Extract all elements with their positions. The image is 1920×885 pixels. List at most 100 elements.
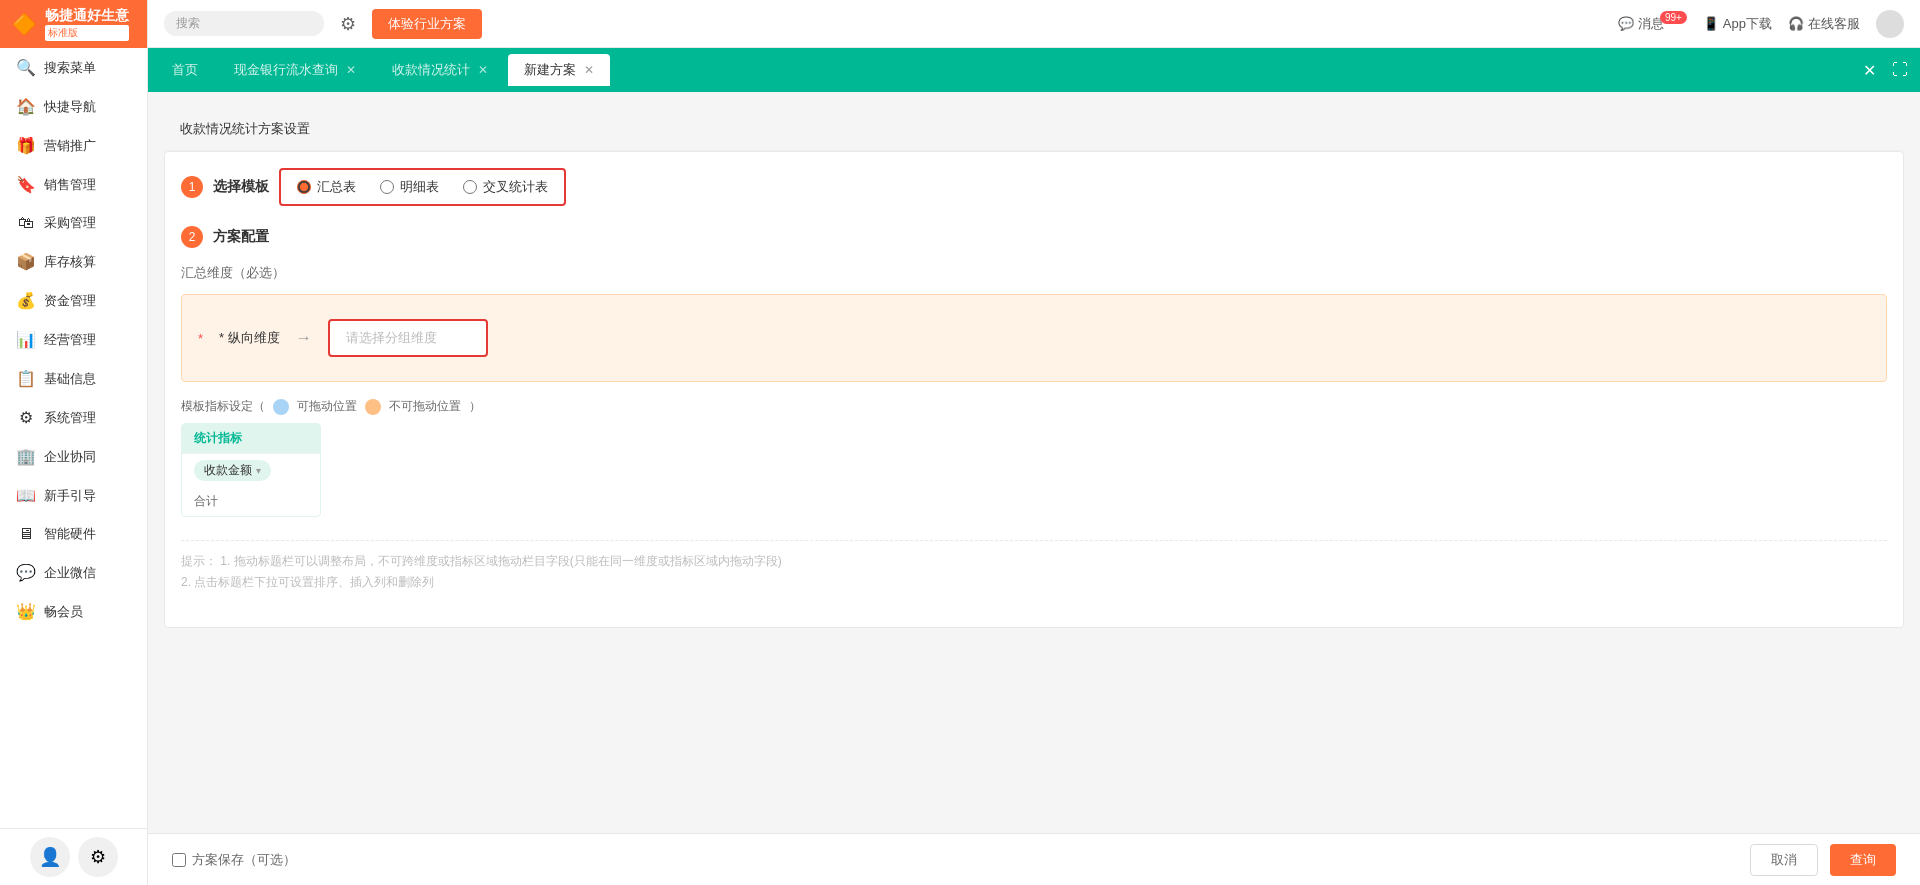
download-label: App下载 bbox=[1723, 15, 1772, 33]
clipboard-icon: 📋 bbox=[16, 369, 36, 388]
fixed-indicator bbox=[365, 399, 381, 415]
draggable-indicator bbox=[273, 399, 289, 415]
panel-body: 1 选择模板 汇总表 明细表 bbox=[165, 152, 1903, 627]
gift-icon: 🎁 bbox=[16, 136, 36, 155]
radio-detail[interactable]: 明细表 bbox=[380, 178, 439, 196]
sidebar-item-system[interactable]: ⚙ 系统管理 bbox=[0, 398, 147, 437]
metrics-tag-label: 收款金额 bbox=[204, 462, 252, 479]
sidebar-item-basic-info[interactable]: 📋 基础信息 bbox=[0, 359, 147, 398]
draggable-label: 可拖动位置 bbox=[297, 398, 357, 415]
sidebar-item-label: 搜索菜单 bbox=[44, 59, 96, 77]
tips-section: 提示： 1. 拖动标题栏可以调整布局，不可跨维度或指标区域拖动栏目字段(只能在同… bbox=[181, 540, 1887, 591]
book-icon: 📖 bbox=[16, 486, 36, 505]
sidebar: 🔶 畅捷通好生意 标准版 🔍 搜索菜单 🏠 快捷导航 🎁 营销推广 🔖 销售管理… bbox=[0, 0, 148, 885]
sidebar-item-label: 库存核算 bbox=[44, 253, 96, 271]
support-icon: 🎧 bbox=[1788, 16, 1804, 31]
sidebar-item-sales[interactable]: 🔖 销售管理 bbox=[0, 165, 147, 204]
tab-collection-stats-close[interactable]: ✕ bbox=[478, 63, 488, 77]
avatar[interactable] bbox=[1876, 10, 1904, 38]
config-section: 汇总维度（必选） * * 纵向维度 → 请选择分组维度 bbox=[181, 264, 1887, 591]
radio-cross[interactable]: 交叉统计表 bbox=[463, 178, 548, 196]
settings-icon[interactable]: ⚙ bbox=[340, 13, 356, 35]
dimension-row-label: * 纵向维度 bbox=[219, 329, 280, 347]
step2-title: 方案配置 bbox=[213, 228, 269, 246]
tab-bank-flow[interactable]: 现金银行流水查询 ✕ bbox=[218, 54, 372, 86]
sidebar-item-wechat[interactable]: 💬 企业微信 bbox=[0, 553, 147, 592]
sidebar-item-marketing[interactable]: 🎁 营销推广 bbox=[0, 126, 147, 165]
trial-button[interactable]: 体验行业方案 bbox=[372, 9, 482, 39]
tabbar-actions: ✕ ⛶ bbox=[1859, 57, 1912, 84]
sidebar-item-search[interactable]: 🔍 搜索菜单 bbox=[0, 48, 147, 87]
dimension-area: * * 纵向维度 → 请选择分组维度 bbox=[181, 294, 1887, 382]
step2-number: 2 bbox=[181, 226, 203, 248]
download-item[interactable]: 📱 App下载 bbox=[1703, 15, 1772, 33]
sidebar-item-hardware[interactable]: 🖥 智能硬件 bbox=[0, 515, 147, 553]
monitor-icon: 🖥 bbox=[16, 525, 36, 543]
app-name: 畅捷通好生意 bbox=[45, 7, 129, 25]
dimension-select[interactable]: 请选择分组维度 bbox=[328, 319, 488, 357]
tab-collection-stats[interactable]: 收款情况统计 ✕ bbox=[376, 54, 504, 86]
step2-header: 2 方案配置 bbox=[181, 226, 1887, 248]
save-checkbox[interactable] bbox=[172, 853, 186, 867]
sidebar-item-label: 销售管理 bbox=[44, 176, 96, 194]
money-icon: 💰 bbox=[16, 291, 36, 310]
crown-icon: 👑 bbox=[16, 602, 36, 621]
tab-close-all-btn[interactable]: ✕ bbox=[1859, 57, 1880, 84]
metrics-bracket-close: ） bbox=[469, 398, 481, 415]
tab-home-label: 首页 bbox=[172, 61, 198, 79]
sidebar-item-member[interactable]: 👑 畅会员 bbox=[0, 592, 147, 631]
box-icon: 📦 bbox=[16, 252, 36, 271]
sidebar-settings-btn[interactable]: ⚙ bbox=[78, 837, 118, 877]
save-option[interactable]: 方案保存（可选） bbox=[172, 851, 296, 869]
notification-item[interactable]: 💬 消息 99+ bbox=[1618, 15, 1687, 33]
footer-actions: 取消 查询 bbox=[1750, 844, 1896, 876]
tips-label: 提示： bbox=[181, 554, 217, 568]
radio-detail-input[interactable] bbox=[380, 180, 394, 194]
tab-collection-stats-label: 收款情况统计 bbox=[392, 61, 470, 79]
dimension-row: * * 纵向维度 → 请选择分组维度 bbox=[198, 319, 1870, 357]
support-label: 在线客服 bbox=[1808, 15, 1860, 33]
tag-icon: 🔖 bbox=[16, 175, 36, 194]
metrics-row-amount: 收款金额 ▾ bbox=[182, 453, 320, 487]
sidebar-item-corp[interactable]: 🏢 企业协同 bbox=[0, 437, 147, 476]
radio-summary-label: 汇总表 bbox=[317, 178, 356, 196]
sidebar-item-operations[interactable]: 📊 经营管理 bbox=[0, 320, 147, 359]
sidebar-item-label: 智能硬件 bbox=[44, 525, 96, 543]
sidebar-item-finance[interactable]: 💰 资金管理 bbox=[0, 281, 147, 320]
bag-icon: 🛍 bbox=[16, 214, 36, 232]
tab-new-plan-close[interactable]: ✕ bbox=[584, 63, 594, 77]
query-button[interactable]: 查询 bbox=[1830, 844, 1896, 876]
home-icon: 🏠 bbox=[16, 97, 36, 116]
tab-bank-flow-close[interactable]: ✕ bbox=[346, 63, 356, 77]
chat-icon: 💬 bbox=[16, 563, 36, 582]
radio-cross-label: 交叉统计表 bbox=[483, 178, 548, 196]
tab-bank-flow-label: 现金银行流水查询 bbox=[234, 61, 338, 79]
radio-cross-input[interactable] bbox=[463, 180, 477, 194]
support-item[interactable]: 🎧 在线客服 bbox=[1788, 15, 1860, 33]
sidebar-item-purchase[interactable]: 🛍 采购管理 bbox=[0, 204, 147, 242]
main-panel: 1 选择模板 汇总表 明细表 bbox=[164, 151, 1904, 628]
tab-home[interactable]: 首页 bbox=[156, 54, 214, 86]
topbar-search[interactable]: 搜索 bbox=[164, 11, 324, 36]
sidebar-item-label: 系统管理 bbox=[44, 409, 96, 427]
metrics-tag-amount[interactable]: 收款金额 ▾ bbox=[194, 460, 271, 481]
notification-badge: 99+ bbox=[1660, 11, 1687, 24]
sidebar-item-label: 采购管理 bbox=[44, 214, 96, 232]
tab-expand-btn[interactable]: ⛶ bbox=[1888, 57, 1912, 84]
metrics-chevron-icon[interactable]: ▾ bbox=[256, 465, 261, 476]
metrics-total: 合计 bbox=[182, 487, 320, 516]
sidebar-avatar-btn[interactable]: 👤 bbox=[30, 837, 70, 877]
sidebar-item-quick-nav[interactable]: 🏠 快捷导航 bbox=[0, 87, 147, 126]
cancel-button[interactable]: 取消 bbox=[1750, 844, 1818, 876]
save-label: 方案保存（可选） bbox=[192, 851, 296, 869]
radio-summary-input[interactable] bbox=[297, 180, 311, 194]
sidebar-logo: 🔶 畅捷通好生意 标准版 bbox=[0, 0, 147, 48]
sidebar-item-label: 新手引导 bbox=[44, 487, 96, 505]
tip-item-1: 提示： 1. 拖动标题栏可以调整布局，不可跨维度或指标区域拖动栏目字段(只能在同… bbox=[181, 553, 1887, 570]
tab-new-plan[interactable]: 新建方案 ✕ bbox=[508, 54, 610, 86]
sidebar-item-guide[interactable]: 📖 新手引导 bbox=[0, 476, 147, 515]
search-icon: 🔍 bbox=[16, 58, 36, 77]
sidebar-item-inventory[interactable]: 📦 库存核算 bbox=[0, 242, 147, 281]
radio-summary[interactable]: 汇总表 bbox=[297, 178, 356, 196]
template-options: 汇总表 明细表 交叉统计表 bbox=[279, 168, 566, 206]
